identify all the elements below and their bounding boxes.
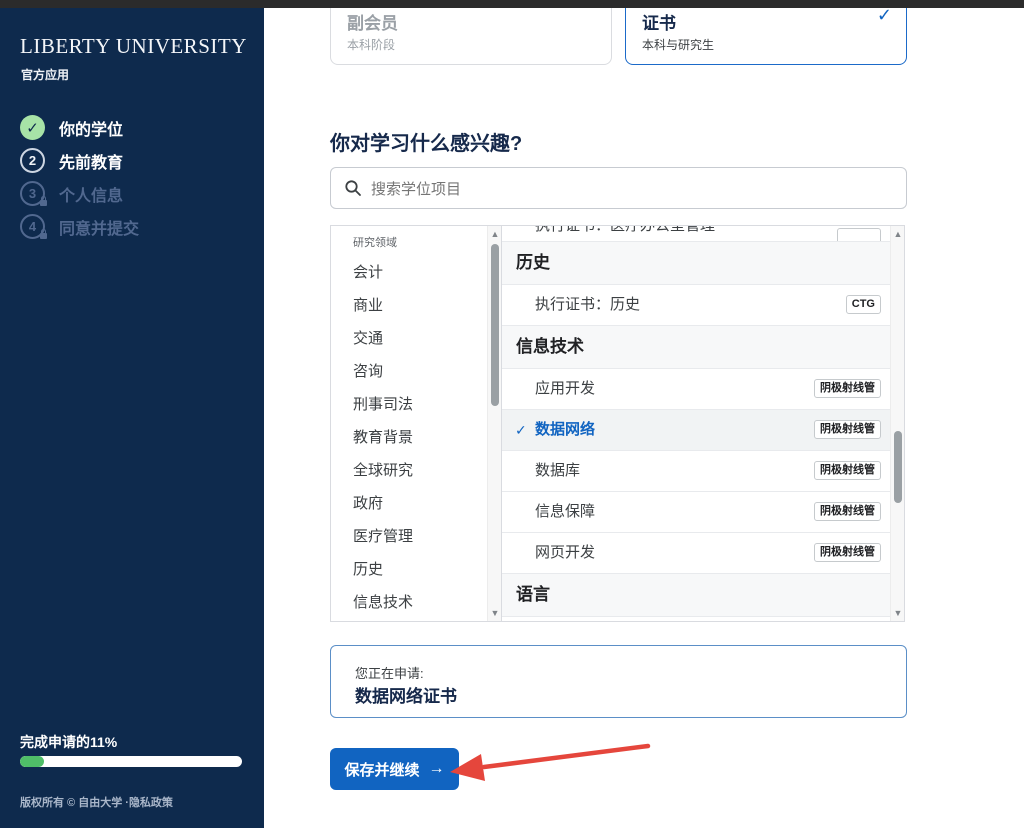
program-section-header: 历史 [502, 242, 891, 285]
annotation-arrow [440, 733, 660, 791]
card-subtitle: 本科与研究生 [642, 36, 714, 53]
category-item[interactable]: 医疗管理 [331, 520, 481, 553]
scroll-down-icon[interactable]: ▼ [488, 606, 502, 620]
program-label: 网页开发 [535, 533, 595, 573]
sidebar: LIBERTY UNIVERSITY 官方应用 ✓ 你的学位 2 先前教育 3 … [0, 8, 264, 828]
category-item[interactable]: 刑事司法 [331, 388, 481, 421]
category-item[interactable]: 政府 [331, 487, 481, 520]
step-number-circle: 3 [20, 181, 45, 206]
program-row[interactable]: 网页开发 阴极射线管 [502, 533, 891, 574]
card-title: 证书 [642, 9, 676, 34]
step-your-degree[interactable]: ✓ 你的学位 [20, 111, 139, 144]
category-item[interactable]: 交通 [331, 322, 481, 355]
programs-panel: 执行证书：医疗办公室管理 历史 执行证书：历史 CTG 信息技术 应用开发 阴极… [501, 225, 905, 622]
program-label: 执行证书：历史 [535, 285, 640, 325]
category-item[interactable]: 历史 [331, 553, 481, 586]
selected-check-icon: ✓ [515, 410, 527, 450]
step-label: 你的学位 [59, 116, 123, 140]
programs-scrollbar[interactable]: ▲ ▼ [890, 226, 904, 621]
scroll-up-icon[interactable]: ▲ [891, 227, 905, 241]
applying-program-value: 数据网络证书 [355, 682, 457, 707]
category-item[interactable]: 教育背景 [331, 421, 481, 454]
program-row[interactable]: ✓ 数据网络 阴极射线管 [502, 410, 891, 451]
program-section-header: 信息技术 [502, 326, 891, 369]
category-panel: 研究领域 会计商业交通咨询刑事司法教育背景全球研究政府医疗管理历史信息技术 ▲ … [330, 225, 502, 622]
step-agree-submit: 4 同意并提交 [20, 210, 139, 243]
interest-heading: 你对学习什么感兴趣? [330, 127, 522, 156]
selected-check-icon: ✓ [877, 5, 892, 26]
search-input[interactable] [369, 169, 893, 209]
progress-label: 完成申请的11% [20, 732, 117, 752]
category-panel-label: 研究领域 [353, 234, 397, 250]
official-app-label: 官方应用 [21, 66, 69, 83]
card-subtitle: 本科阶段 [347, 36, 395, 53]
program-badge: 阴极射线管 [814, 543, 881, 562]
lock-icon [40, 233, 47, 239]
program-row[interactable]: 信息保障 阴极射线管 [502, 492, 891, 533]
clipped-program-row[interactable]: 执行证书：医疗办公室管理 [502, 226, 891, 242]
program-badge: 阴极射线管 [814, 461, 881, 480]
step-previous-education[interactable]: 2 先前教育 [20, 144, 139, 177]
scroll-down-icon[interactable]: ▼ [891, 606, 905, 620]
program-badge: 阴极射线管 [814, 379, 881, 398]
category-item[interactable]: 会计 [331, 256, 481, 289]
category-scrollbar[interactable]: ▲ ▼ [487, 226, 501, 621]
step-number-circle: 4 [20, 214, 45, 239]
program-label: 数据库 [535, 451, 580, 491]
programs-list: 执行证书：医疗办公室管理 历史 执行证书：历史 CTG 信息技术 应用开发 阴极… [502, 226, 891, 617]
save-button-label: 保存并继续 [344, 759, 419, 780]
program-badge: CTG [846, 295, 881, 314]
lock-icon [40, 200, 47, 206]
program-row[interactable]: 数据库 阴极射线管 [502, 451, 891, 492]
program-badge: 阴极射线管 [814, 502, 881, 521]
step-label: 先前教育 [59, 149, 123, 173]
program-label: 执行证书：医疗办公室管理 [535, 226, 715, 235]
step-label: 同意并提交 [59, 215, 139, 239]
progress-bar [20, 756, 242, 767]
program-section-header: 语言 [502, 574, 891, 617]
program-badge [837, 228, 881, 242]
category-item[interactable]: 全球研究 [331, 454, 481, 487]
category-list: 会计商业交通咨询刑事司法教育背景全球研究政府医疗管理历史信息技术 [331, 256, 481, 619]
scroll-up-icon[interactable]: ▲ [488, 227, 502, 241]
category-item[interactable]: 商业 [331, 289, 481, 322]
sidebar-footer: 版权所有 © 自由大学 ·隐私政策 [20, 794, 173, 810]
privacy-policy-link[interactable]: 隐私政策 [129, 797, 173, 809]
copyright-text: 版权所有 © 自由大学 · [20, 797, 129, 809]
step-personal-info: 3 个人信息 [20, 177, 139, 210]
program-badge: 阴极射线管 [814, 420, 881, 439]
category-item[interactable]: 咨询 [331, 355, 481, 388]
category-item[interactable]: 信息技术 [331, 586, 481, 619]
progress-fill [20, 756, 44, 767]
program-label: 数据网络 [535, 410, 595, 450]
step-label: 个人信息 [59, 182, 123, 206]
degree-card-certificate[interactable]: 证书 本科与研究生 ✓ [625, 0, 907, 65]
scrollbar-thumb[interactable] [894, 431, 902, 503]
search-icon [344, 179, 362, 197]
applying-summary-box: 您正在申请: 数据网络证书 [330, 645, 907, 718]
step-complete-check-icon: ✓ [20, 115, 45, 140]
browser-top-strip [0, 0, 1024, 8]
program-row[interactable]: 执行证书：历史 CTG [502, 285, 891, 326]
save-continue-button[interactable]: 保存并继续 → [330, 748, 459, 790]
application-steps: ✓ 你的学位 2 先前教育 3 个人信息 4 同意并提交 [20, 111, 139, 243]
applying-label: 您正在申请: [355, 663, 424, 682]
university-wordmark: LIBERTY UNIVERSITY [20, 34, 247, 59]
scrollbar-thumb[interactable] [491, 244, 499, 406]
degree-card-associate[interactable]: 副会员 本科阶段 [330, 0, 612, 65]
step-number-circle: 2 [20, 148, 45, 173]
arrow-right-icon: → [429, 760, 445, 778]
card-title: 副会员 [347, 9, 398, 34]
program-label: 应用开发 [535, 369, 595, 409]
program-label: 信息保障 [535, 492, 595, 532]
program-search-box [330, 167, 907, 209]
program-row[interactable]: 应用开发 阴极射线管 [502, 369, 891, 410]
